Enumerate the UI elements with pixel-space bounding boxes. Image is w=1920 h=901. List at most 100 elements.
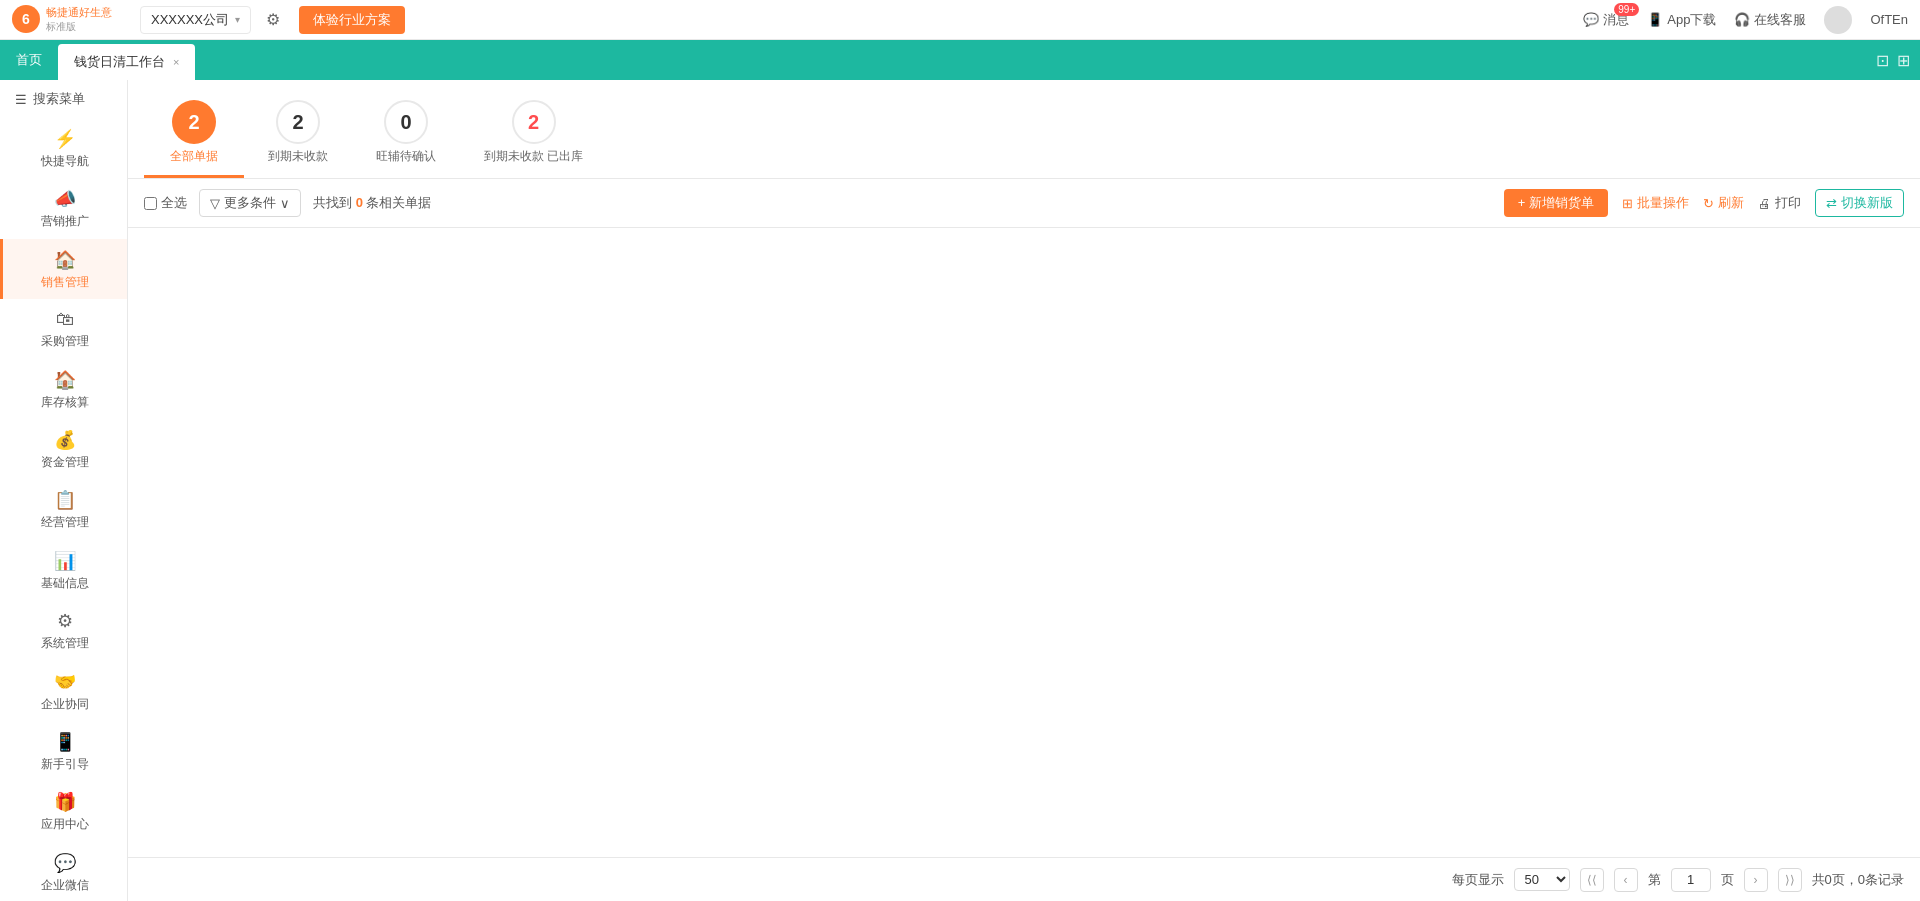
page-input[interactable] <box>1671 868 1711 892</box>
batch-label: 批量操作 <box>1637 194 1689 212</box>
filter-button[interactable]: ▽ 更多条件 ∨ <box>199 189 301 217</box>
sidebar-item-purchase[interactable]: 🛍 采购管理 <box>0 299 127 358</box>
stat-number-all: 2 <box>172 100 216 144</box>
tab-close-icon[interactable]: × <box>173 56 179 68</box>
marketing-icon: 📣 <box>54 188 76 210</box>
stat-tab-all[interactable]: 2 全部单据 <box>144 92 244 178</box>
wechat-icon: 💬 <box>54 852 76 874</box>
select-all-input[interactable] <box>144 197 157 210</box>
sidebar-label-inventory: 库存核算 <box>41 395 89 409</box>
sidebar-label-quick-nav: 快捷导航 <box>41 154 89 168</box>
filter-icon: ▽ <box>210 196 220 211</box>
sidebar-label-app-center: 应用中心 <box>41 817 89 831</box>
sidebar-label-system: 系统管理 <box>41 636 89 650</box>
quick-nav-icon: ⚡ <box>54 128 76 150</box>
batch-icon: ⊞ <box>1622 196 1633 211</box>
stat-number-overdue: 2 <box>276 100 320 144</box>
prev-page-button[interactable]: ‹ <box>1614 868 1638 892</box>
select-all-checkbox[interactable]: 全选 <box>144 194 187 212</box>
filter-label: 更多条件 <box>224 194 276 212</box>
finance-icon: 💰 <box>54 429 76 451</box>
inventory-icon: 🏠 <box>54 369 76 391</box>
print-icon: 🖨 <box>1758 196 1771 211</box>
sidebar-label-cooperation: 企业协同 <box>41 697 89 711</box>
page-prefix: 第 <box>1648 871 1661 889</box>
sidebar-item-system[interactable]: ⚙ 系统管理 <box>0 600 127 660</box>
search-menu-item[interactable]: ☰ 搜索菜单 <box>0 80 127 118</box>
company-name: XXXXXX公司 <box>151 11 229 29</box>
message-button[interactable]: 💬 消息 99+ <box>1583 11 1629 29</box>
tab-active[interactable]: 钱货日清工作台 × <box>58 44 195 80</box>
logo-text-area: 畅捷通好生意 标准版 <box>46 5 112 33</box>
sidebar-item-wechat[interactable]: 💬 企业微信 <box>0 842 127 901</box>
batch-operation-button[interactable]: ⊞ 批量操作 <box>1622 194 1689 212</box>
sidebar-item-cooperation[interactable]: 🤝 企业协同 <box>0 661 127 721</box>
stat-tab-pending[interactable]: 0 旺辅待确认 <box>352 92 460 178</box>
download-icon: 📱 <box>1647 12 1663 27</box>
trial-button[interactable]: 体验行业方案 <box>299 6 405 34</box>
pagination-bar: 每页显示 20 50 100 ⟨⟨ ‹ 第 页 › ⟩⟩ 共0页，0条记录 <box>128 857 1920 901</box>
minimize-icon[interactable]: ⊡ <box>1876 51 1889 70</box>
chevron-icon: ∨ <box>280 196 290 211</box>
stat-tab-overdue[interactable]: 2 到期未收款 <box>244 92 352 178</box>
data-grid <box>128 228 1920 857</box>
refresh-label: 刷新 <box>1718 194 1744 212</box>
refresh-button[interactable]: ↻ 刷新 <box>1703 194 1744 212</box>
found-prefix: 共找到 <box>313 195 352 210</box>
header-right: 💬 消息 99+ 📱 App下载 🎧 在线客服 OfTEn <box>1583 6 1908 34</box>
avatar[interactable] <box>1824 6 1852 34</box>
search-menu-label: 搜索菜单 <box>33 90 85 108</box>
tab-bar: 首页 钱货日清工作台 × ⊡ ⊞ <box>0 40 1920 80</box>
logo-area: 6 畅捷通好生意 标准版 <box>12 5 140 33</box>
sidebar-item-guide[interactable]: 📱 新手引导 <box>0 721 127 781</box>
sidebar-item-app-center[interactable]: 🎁 应用中心 <box>0 781 127 841</box>
company-selector[interactable]: XXXXXX公司 ▾ <box>140 6 251 34</box>
sidebar-item-inventory[interactable]: 🏠 库存核算 <box>0 359 127 419</box>
total-info: 共0页，0条记录 <box>1812 871 1904 889</box>
message-badge: 99+ <box>1614 3 1639 16</box>
toolbar-right: + 新增销货单 ⊞ 批量操作 ↻ 刷新 🖨 打印 ⇄ 切换新版 <box>1504 189 1904 217</box>
page-suffix: 页 <box>1721 871 1734 889</box>
sidebar-label-sales: 销售管理 <box>41 275 89 289</box>
stat-number-pending: 0 <box>384 100 428 144</box>
basic-info-icon: 📊 <box>54 550 76 572</box>
found-text: 共找到 0 条相关单据 <box>313 194 431 212</box>
app-center-icon: 🎁 <box>54 791 76 813</box>
found-count: 0 <box>356 195 363 210</box>
home-tab-label: 首页 <box>16 51 42 69</box>
expand-icon[interactable]: ⊞ <box>1897 51 1910 70</box>
sidebar: ☰ 搜索菜单 ⚡ 快捷导航 📣 营销推广 🏠 销售管理 🛍 采购管理 🏠 库存核… <box>0 80 128 901</box>
first-page-button[interactable]: ⟨⟨ <box>1580 868 1604 892</box>
username-display: OfTEn <box>1870 12 1908 27</box>
logo-title: 畅捷通好生意 <box>46 5 112 19</box>
per-page-select[interactable]: 20 50 100 <box>1514 868 1570 891</box>
next-page-button[interactable]: › <box>1744 868 1768 892</box>
sidebar-item-finance[interactable]: 💰 资金管理 <box>0 419 127 479</box>
sidebar-item-sales[interactable]: 🏠 销售管理 <box>0 239 127 299</box>
stat-tab-shipped[interactable]: 2 到期未收款 已出库 <box>460 92 607 178</box>
stat-label-overdue: 到期未收款 <box>268 148 328 165</box>
tab-bar-right: ⊡ ⊞ <box>1876 51 1920 70</box>
sales-icon: 🏠 <box>54 249 76 271</box>
tab-home[interactable]: 首页 <box>0 40 58 80</box>
settings-button[interactable]: ⚙ <box>259 6 287 34</box>
switch-label: 切换新版 <box>1841 194 1893 212</box>
operations-icon: 📋 <box>54 489 76 511</box>
app-download-label: App下载 <box>1667 11 1716 29</box>
top-header: 6 畅捷通好生意 标准版 XXXXXX公司 ▾ ⚙ 体验行业方案 💬 消息 99… <box>0 0 1920 40</box>
app-download-button[interactable]: 📱 App下载 <box>1647 11 1716 29</box>
sidebar-item-quick-nav[interactable]: ⚡ 快捷导航 <box>0 118 127 178</box>
purchase-icon: 🛍 <box>56 309 74 330</box>
sidebar-item-marketing[interactable]: 📣 营销推广 <box>0 178 127 238</box>
switch-version-button[interactable]: ⇄ 切换新版 <box>1815 189 1904 217</box>
active-tab-label: 钱货日清工作台 <box>74 53 165 71</box>
stat-label-shipped: 到期未收款 已出库 <box>484 148 583 165</box>
print-button[interactable]: 🖨 打印 <box>1758 194 1801 212</box>
sidebar-label-operations: 经营管理 <box>41 515 89 529</box>
new-order-button[interactable]: + 新增销货单 <box>1504 189 1608 217</box>
service-icon: 🎧 <box>1734 12 1750 27</box>
last-page-button[interactable]: ⟩⟩ <box>1778 868 1802 892</box>
sidebar-item-operations[interactable]: 📋 经营管理 <box>0 479 127 539</box>
sidebar-item-basic-info[interactable]: 📊 基础信息 <box>0 540 127 600</box>
online-service-button[interactable]: 🎧 在线客服 <box>1734 11 1806 29</box>
